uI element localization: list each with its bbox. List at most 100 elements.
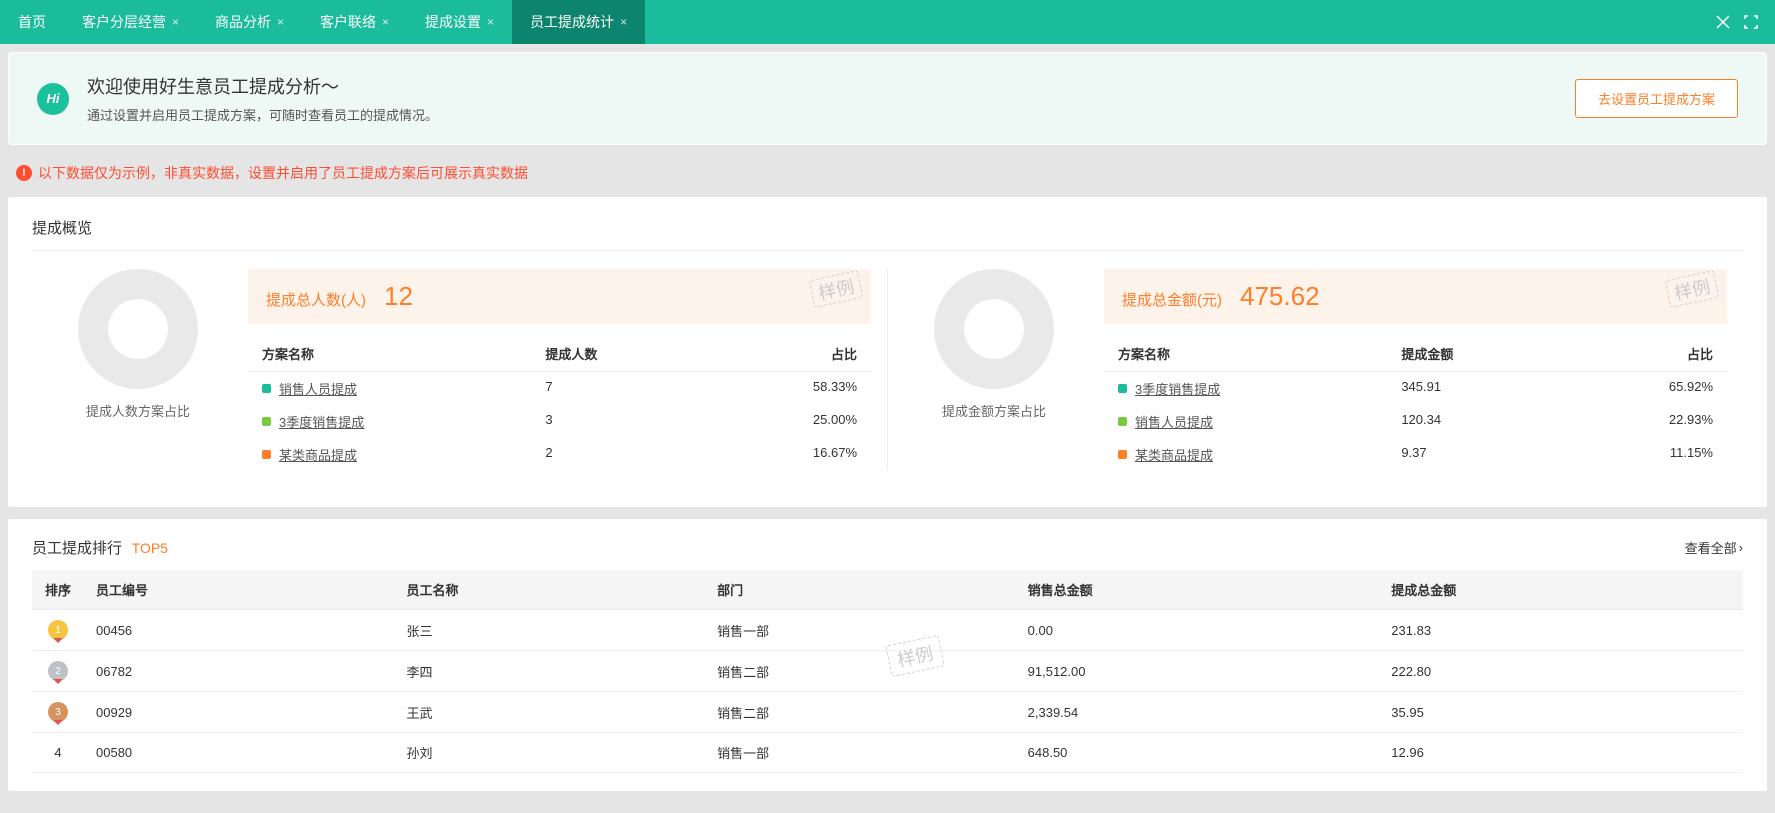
col-rank: 排序 [32, 570, 84, 610]
col-pct: 占比 [715, 344, 857, 363]
plan-link[interactable]: 销售人员提成 [279, 379, 357, 398]
cell-name: 孙刘 [395, 733, 706, 773]
col-plan-name: 方案名称 [1118, 344, 1401, 363]
hi-badge-icon: Hi [37, 83, 69, 115]
people-donut-label: 提成人数方案占比 [86, 401, 190, 420]
plan-link[interactable]: 某类商品提成 [279, 445, 357, 464]
cell-sales: 648.50 [1016, 733, 1380, 773]
warning-bar: ! 以下数据仅为示例，非真实数据，设置并启用了员工提成方案后可展示真实数据 [8, 153, 1767, 197]
table-row: 3季度销售提成345.9165.92% [1104, 372, 1727, 405]
amount-stat-value: 475.62 [1240, 281, 1320, 312]
people-donut-chart [78, 269, 198, 389]
people-stat-value: 12 [384, 281, 413, 312]
banner-title: 欢迎使用好生意员工提成分析～ [87, 73, 438, 99]
warning-icon: ! [16, 165, 32, 181]
tab-4[interactable]: 提成设置 × [407, 0, 512, 44]
cell-value: 3 [545, 412, 715, 431]
people-stat-label: 提成总人数(人) [266, 289, 366, 310]
plan-link[interactable]: 某类商品提成 [1135, 445, 1213, 464]
amount-donut-label: 提成金额方案占比 [942, 401, 1046, 420]
chevron-right-icon: › [1739, 540, 1743, 555]
col-emp-code: 员工编号 [84, 570, 395, 610]
col-dept: 部门 [705, 570, 1016, 610]
cell-rank: 2 [32, 651, 84, 692]
cell-name: 李四 [395, 651, 706, 692]
amount-mini-table: 方案名称 提成金额 占比 3季度销售提成345.9165.92% 销售人员提成 12… [1104, 336, 1727, 471]
cell-commission: 35.95 [1379, 692, 1743, 733]
cell-pct: 58.33% [715, 379, 857, 398]
tab-label: 员工提成统计 [530, 12, 614, 32]
medal-icon: 1 [48, 620, 68, 640]
cell-commission: 231.83 [1379, 610, 1743, 651]
legend-dot-icon [262, 417, 271, 426]
cell-pct: 25.00% [715, 412, 857, 431]
overview-amount-col: 提成金额方案占比 提成总金额(元) 475.62 样例 方案名称 提成金额 [888, 269, 1743, 471]
cell-code: 00456 [84, 610, 395, 651]
plan-link[interactable]: 3季度销售提成 [279, 412, 364, 431]
cell-code: 00929 [84, 692, 395, 733]
amount-stat-header: 提成总金额(元) 475.62 [1104, 269, 1727, 324]
tab-0[interactable]: 首页 [0, 0, 64, 44]
col-pct: 占比 [1571, 344, 1713, 363]
cell-code: 06782 [84, 651, 395, 692]
legend-dot-icon [1118, 450, 1127, 459]
view-all-link[interactable]: 查看全部 › [1685, 538, 1743, 557]
plan-link[interactable]: 3季度销售提成 [1135, 379, 1220, 398]
setup-commission-button[interactable]: 去设置员工提成方案 [1575, 79, 1738, 118]
cell-value: 9.37 [1401, 445, 1571, 464]
cell-value: 120.34 [1401, 412, 1571, 431]
people-mini-table: 方案名称 提成人数 占比 销售人员提成758.33%3季度销售提成325.00%… [248, 336, 871, 471]
cell-pct: 16.67% [715, 445, 857, 464]
table-row: 销售人员提成 120.3422.93% [1104, 405, 1727, 438]
tab-3[interactable]: 客户联络 × [302, 0, 407, 44]
overview-card: 提成概览 提成人数方案占比 提成总人数(人) 12 样例 [8, 197, 1767, 507]
amount-stat-label: 提成总金额(元) [1122, 289, 1222, 310]
cell-dept: 销售二部 [705, 692, 1016, 733]
cell-pct: 65.92% [1571, 379, 1713, 398]
legend-dot-icon [1118, 417, 1127, 426]
tab-2[interactable]: 商品分析 × [197, 0, 302, 44]
legend-dot-icon [262, 450, 271, 459]
cell-rank: 3 [32, 692, 84, 733]
close-icon[interactable]: × [277, 15, 284, 29]
ranking-card: 员工提成排行 TOP5 查看全部 › 排序 员工编号 员工名称 部门 [8, 519, 1767, 791]
medal-icon: 2 [48, 661, 68, 681]
tab-label: 提成设置 [425, 12, 481, 32]
topbar-right [1709, 0, 1775, 44]
top-tab-bar: 首页客户分层经营× 商品分析 × 客户联络 × 提成设置 × 员工提成统计 × [0, 0, 1775, 44]
close-all-icon[interactable] [1709, 8, 1737, 36]
cell-value: 7 [545, 379, 715, 398]
col-emp-name: 员工名称 [395, 570, 706, 610]
medal-icon: 3 [48, 702, 68, 722]
amount-donut-chart [934, 269, 1054, 389]
cell-name: 张三 [395, 610, 706, 651]
people-stat-header: 提成总人数(人) 12 [248, 269, 871, 324]
close-icon[interactable]: × [382, 15, 389, 29]
tab-label: 客户联络 [320, 12, 376, 32]
fullscreen-icon[interactable] [1737, 8, 1765, 36]
cell-sales: 0.00 [1016, 610, 1380, 651]
cell-rank: 1 [32, 610, 84, 651]
cell-dept: 销售一部 [705, 610, 1016, 651]
plan-link[interactable]: 销售人员提成 [1135, 412, 1213, 431]
welcome-banner: Hi 欢迎使用好生意员工提成分析～ 通过设置并启用员工提成方案，可随时查看员工的… [8, 52, 1767, 145]
cell-sales: 91,512.00 [1016, 651, 1380, 692]
cell-name: 王武 [395, 692, 706, 733]
tab-label: 商品分析 [215, 12, 271, 32]
page-scroll[interactable]: Hi 欢迎使用好生意员工提成分析～ 通过设置并启用员工提成方案，可随时查看员工的… [0, 44, 1775, 813]
cell-code: 00580 [84, 733, 395, 773]
col-count: 提成人数 [545, 344, 715, 363]
cell-sales: 2,339.54 [1016, 692, 1380, 733]
close-icon[interactable]: × [172, 15, 179, 29]
banner-subtitle: 通过设置并启用员工提成方案，可随时查看员工的提成情况。 [87, 105, 438, 124]
close-icon[interactable]: × [620, 15, 627, 29]
view-all-label: 查看全部 [1685, 538, 1737, 557]
col-amount: 提成金额 [1401, 344, 1571, 363]
cell-pct: 22.93% [1571, 412, 1713, 431]
cell-commission: 222.80 [1379, 651, 1743, 692]
ranking-top5-badge: TOP5 [132, 540, 168, 556]
tab-1[interactable]: 客户分层经营× [64, 0, 197, 44]
close-icon[interactable]: × [487, 15, 494, 29]
ranking-table: 排序 员工编号 员工名称 部门 销售总金额 提成总金额 100456张三销售一部… [32, 570, 1743, 773]
tab-5[interactable]: 员工提成统计 × [512, 0, 645, 44]
